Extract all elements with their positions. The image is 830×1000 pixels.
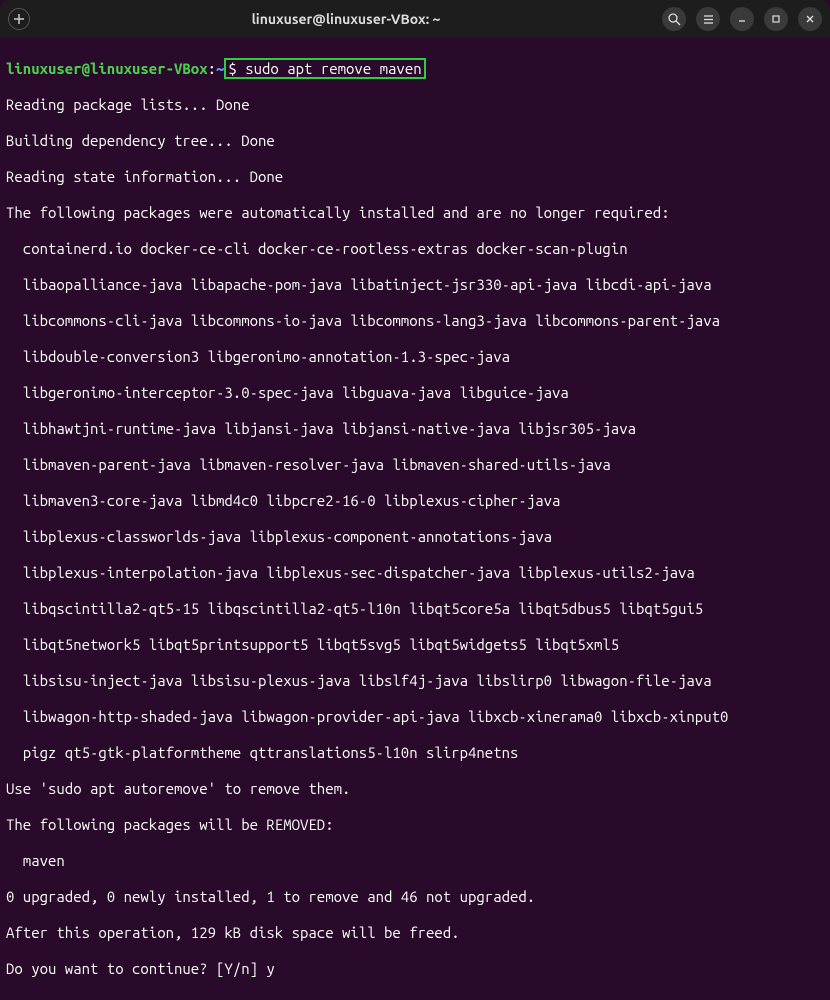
output-line: libmaven3-core-java libmd4c0 libpcre2-16… <box>6 492 824 510</box>
output-line: libwagon-http-shaded-java libwagon-provi… <box>6 708 824 726</box>
output-line: libgeronimo-interceptor-3.0-spec-java li… <box>6 384 824 402</box>
output-line: The following packages were automaticall… <box>6 204 824 222</box>
output-line: libplexus-interpolation-java libplexus-s… <box>6 564 824 582</box>
new-tab-button[interactable] <box>8 8 30 30</box>
output-line: Reading state information... Done <box>6 168 824 186</box>
output-line: pigz qt5-gtk-platformtheme qttranslation… <box>6 744 824 762</box>
minimize-button[interactable] <box>730 7 754 31</box>
search-button[interactable] <box>662 7 686 31</box>
output-line: maven <box>6 852 824 870</box>
titlebar: linuxuser@linuxuser-VBox: ~ <box>0 0 830 38</box>
output-line: libqscintilla2-qt5-15 libqscintilla2-qt5… <box>6 600 824 618</box>
output-line: libsisu-inject-java libsisu-plexus-java … <box>6 672 824 690</box>
output-line: libhawtjni-runtime-java libjansi-java li… <box>6 420 824 438</box>
output-line: libmaven-parent-java libmaven-resolver-j… <box>6 456 824 474</box>
command-highlight: $ sudo apt remove maven <box>224 58 425 79</box>
output-line: Do you want to continue? [Y/n] y <box>6 960 824 978</box>
output-line: libdouble-conversion3 libgeronimo-annota… <box>6 348 824 366</box>
output-line: libqt5network5 libqt5printsupport5 libqt… <box>6 636 824 654</box>
terminal-output[interactable]: linuxuser@linuxuser-VBox:~$ sudo apt rem… <box>0 38 830 1000</box>
titlebar-left-controls <box>8 8 30 30</box>
prompt-dollar: $ <box>228 60 236 77</box>
output-line: 0 upgraded, 0 newly installed, 1 to remo… <box>6 888 824 906</box>
output-line: After this operation, 129 kB disk space … <box>6 924 824 942</box>
titlebar-right-controls <box>662 7 822 31</box>
command-text: sudo apt remove maven <box>245 60 421 77</box>
output-line: libcommons-cli-java libcommons-io-java l… <box>6 312 824 330</box>
window-title: linuxuser@linuxuser-VBox: ~ <box>36 11 656 27</box>
prompt-user-host: linuxuser@linuxuser-VBox <box>6 60 208 77</box>
output-line: Building dependency tree... Done <box>6 132 824 150</box>
output-line: Use 'sudo apt autoremove' to remove them… <box>6 780 824 798</box>
prompt-line: linuxuser@linuxuser-VBox:~$ sudo apt rem… <box>6 60 824 78</box>
output-line: libplexus-classworlds-java libplexus-com… <box>6 528 824 546</box>
maximize-button[interactable] <box>764 7 788 31</box>
output-line: libaopalliance-java libapache-pom-java l… <box>6 276 824 294</box>
output-line: containerd.io docker-ce-cli docker-ce-ro… <box>6 240 824 258</box>
output-line: The following packages will be REMOVED: <box>6 816 824 834</box>
output-line: Reading package lists... Done <box>6 96 824 114</box>
menu-button[interactable] <box>696 7 720 31</box>
prompt-colon: : <box>208 60 216 77</box>
close-button[interactable] <box>798 7 822 31</box>
